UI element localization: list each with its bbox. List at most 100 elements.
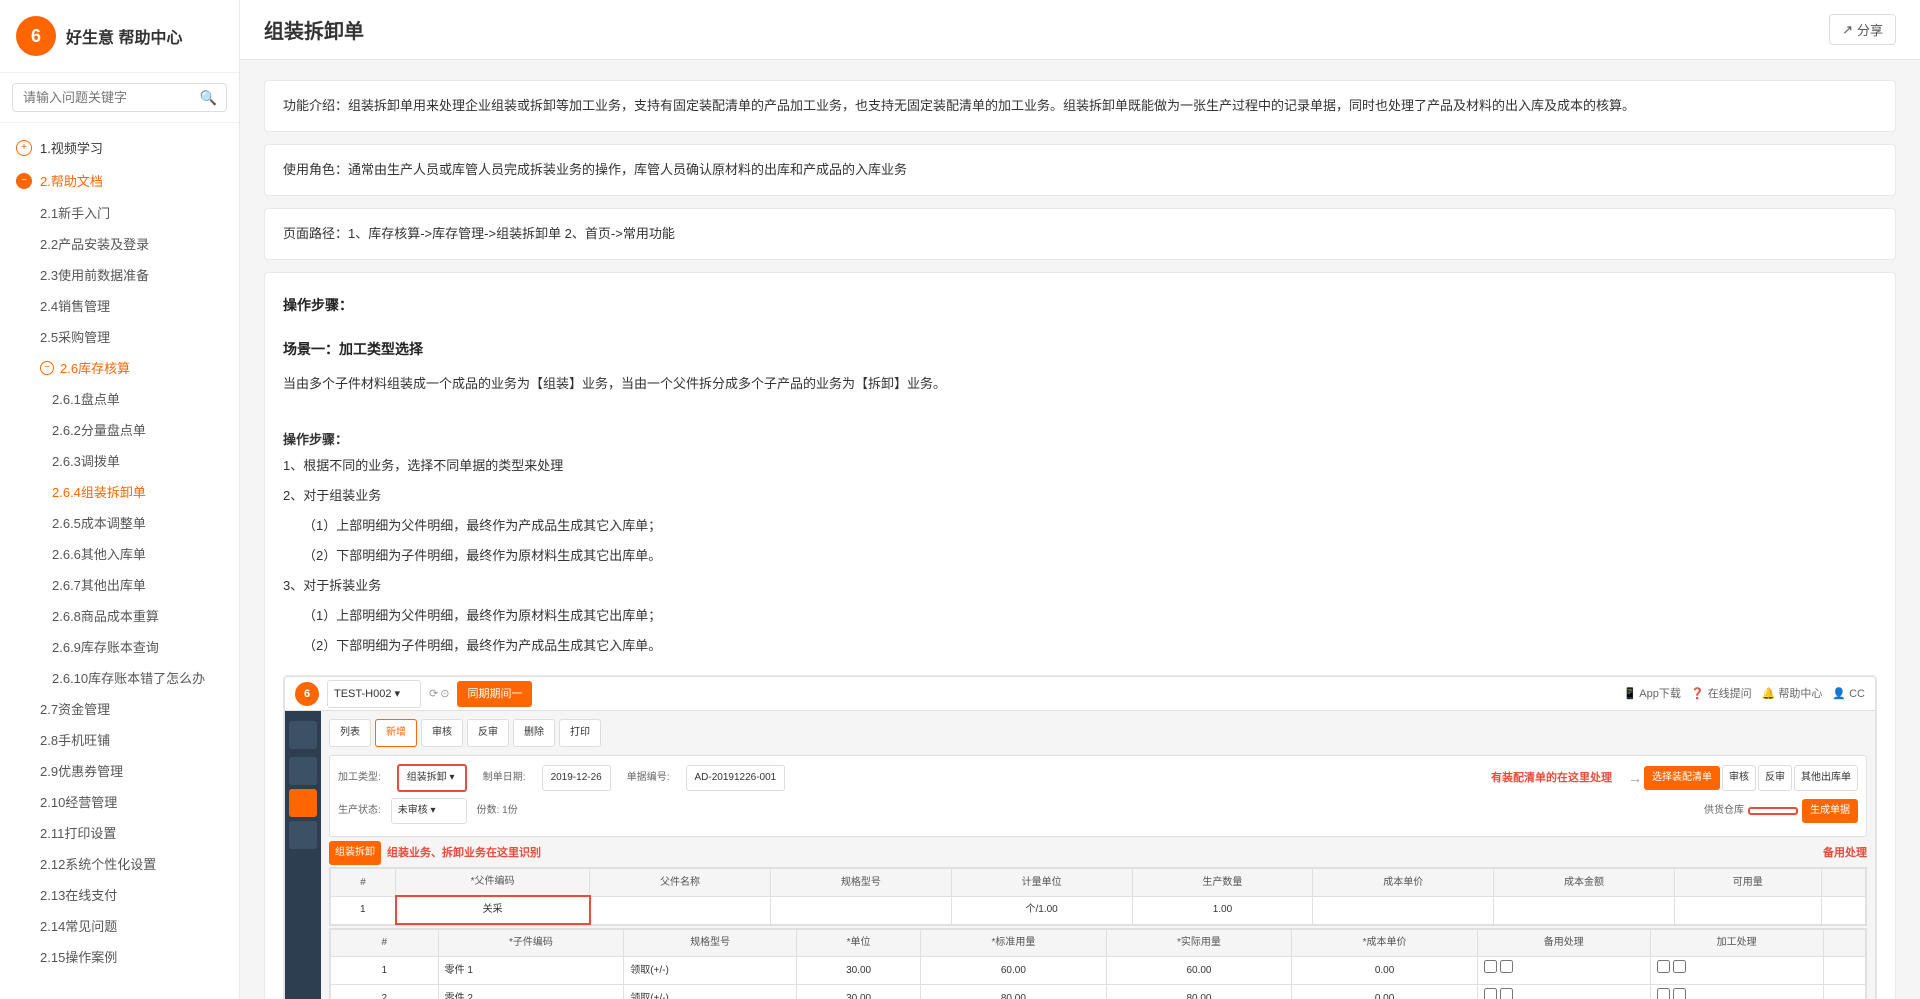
mock-cell-1-unit: 个/1.00 [951,896,1132,924]
sidebar-item-2.6.7[interactable]: 2.6.7其他出库单 [0,569,239,600]
main-header: 组装拆卸单 ↗ 分享 [240,0,1920,60]
share-label: 分享 [1857,20,1883,39]
sidebar-item-2.7[interactable]: 2.7资金管理 [0,693,239,724]
mock-sub-col-act [1823,930,1865,957]
mock-tab-delete: 删除 [513,719,555,747]
mock-icon-helpcenter: 🔔 帮助中心 [1762,683,1823,705]
mock-right-area: 供货仓库 生成单据 [1704,799,1858,823]
mock-col-qty: 计量单位 [951,869,1132,897]
mock-num2-label: 份数: 1份 [477,801,518,821]
mock-logo: 6 [295,682,319,706]
mock-bom-btn: 选择装配清单 [1644,766,1720,790]
mock-cancel-btn: 反审 [1758,765,1792,791]
mock-sub-col-code: *子件编码 [438,930,624,957]
mock-icon-cc: 👤 CC [1832,683,1865,705]
mock-cell-1-act [1821,896,1865,924]
main-content: 组装拆卸单 ↗ 分享 功能介绍：组装拆卸单用来处理企业组装或拆卸等加工业务，支持… [240,0,1920,999]
mock-row-1: 1 关采 个/1.00 1.00 [331,896,1866,924]
sidebar-item-2.6.6[interactable]: 2.6.6其他入库单 [0,538,239,569]
sidebar-item-2.6.4[interactable]: 2.6.4组装拆卸单 [0,476,239,507]
sidebar-item-2.11[interactable]: 2.11打印设置 [0,817,239,848]
mock-lower-table: # *子件编码 规格型号 *单位 *标准用量 *实际用量 *成本单价 [330,929,1866,999]
mock-col-totalcost: 成本金额 [1494,869,1675,897]
mock-sub-cell-1-num: 1 [331,957,439,985]
mock-cell-1-cost [1313,896,1494,924]
mock-sub-cell-2-spec: 领取(+/-) [624,985,797,999]
sidebar-item-2.5[interactable]: 2.5采购管理 [0,321,239,352]
mock-checkbox-1b[interactable] [1500,960,1513,973]
mock-company-select: TEST-H002 ▾ [327,680,421,708]
nav-tree: 1.视频学习 2.帮助文档 2.1新手入门 2.2产品安装及登录 2.3使用前数… [0,123,239,999]
nav-label-2.6: 2.6库存核算 [60,358,130,377]
mock-type-label: 加工类型: [338,768,381,788]
mock-form-row1: 加工类型: 组装拆卸 ▾ 制单日期: 2019-12-26 单据编号: AD-2… [338,764,1858,792]
sidebar-item-2.1[interactable]: 2.1新手入门 [0,197,239,228]
sidebar-item-2.9[interactable]: 2.9优惠券管理 [0,755,239,786]
mock-checkbox-2c[interactable] [1657,988,1670,999]
steps-title: 操作步骤： [283,427,1877,453]
sidebar-item-2.6.1[interactable]: 2.6.1盘点单 [0,383,239,414]
sidebar-item-2.6.9[interactable]: 2.6.9库存账本查询 [0,631,239,662]
sidebar-item-video[interactable]: 1.视频学习 [0,131,239,164]
mock-sidebar-icon2 [289,757,317,785]
search-input[interactable] [12,83,227,112]
mock-form-header: 加工类型: 组装拆卸 ▾ 制单日期: 2019-12-26 单据编号: AD-2… [329,755,1867,837]
sidebar-item-2.2[interactable]: 2.2产品安装及登录 [0,228,239,259]
mock-sub-cell-2-back [1477,985,1650,999]
mock-sub-cell-2-num: 2 [331,985,439,999]
sidebar-item-2.8[interactable]: 2.8手机旺铺 [0,724,239,755]
mock-checkbox-1c[interactable] [1657,960,1670,973]
mock-checkbox-2b[interactable] [1500,988,1513,999]
sidebar-item-2.3[interactable]: 2.3使用前数据准备 [0,259,239,290]
mock-sub-col-cost: 备用处理 [1477,930,1650,957]
sidebar-item-2.6.2[interactable]: 2.6.2分量盘点单 [0,414,239,445]
sidebar-item-2.14[interactable]: 2.14常见问题 [0,910,239,941]
sidebar-item-2.15[interactable]: 2.15操作案例 [0,941,239,972]
step-3-2: （2）下部明细为子件明细，最终作为产成品生成其它入库单。 [283,633,1877,659]
mock-bom-btn-area: → 选择装配清单 审核 反审 其他出库单 [1628,764,1858,792]
plus-icon [16,140,32,156]
sidebar-item-docs[interactable]: 2.帮助文档 2.1新手入门 2.2产品安装及登录 2.3使用前数据准备 2.4… [0,164,239,972]
nav-sub-2.6: 2.6.1盘点单 2.6.2分量盘点单 2.6.3调拨单 2.6.4组装拆卸单 … [0,383,239,693]
scenario1-desc: 当由多个子件材料组装成一个成品的业务为【组装】业务，当由一个父件拆分成多个子产品… [283,371,1877,397]
sidebar-item-2.4[interactable]: 2.4销售管理 [0,290,239,321]
mock-sub-cell-1-spec: 领取(+/-) [624,957,797,985]
step-1: 1、根据不同的业务，选择不同单据的类型来处理 [283,453,1877,479]
sidebar-search-container: 🔍 [0,73,239,123]
mock-generate-btn: 生成单据 [1802,799,1858,823]
mock-cell-1-name [590,896,771,924]
mock-annotation-has-bom: 有装配清单的在这里处理 [1491,767,1612,789]
mock-left-sidebar [285,711,321,999]
step-3: 3、对于拆装业务 [283,573,1877,599]
sidebar-logo: 6 好生意 帮助中心 [0,0,239,73]
feature-info-box: 功能介绍：组装拆卸单用来处理企业组装或拆卸等加工业务，支持有固定装配清单的产品加… [264,80,1896,132]
sidebar-item-2.13[interactable]: 2.13在线支付 [0,879,239,910]
mock-tab-print: 打印 [559,719,601,747]
mock-col-itemname: 父件名称 [590,869,771,897]
mock-sub-cell-1-back [1477,957,1650,985]
mock-sub-cell-1-code: 零件 1 [438,957,624,985]
share-button[interactable]: ↗ 分享 [1829,14,1896,45]
sidebar-item-2.10[interactable]: 2.10经营管理 [0,786,239,817]
step-2-2: （2）下部明细为子件明细，最终作为原材料生成其它出库单。 [283,543,1877,569]
sidebar-item-2.6.10[interactable]: 2.6.10库存账本错了怎么办 [0,662,239,693]
sidebar-item-2.6.3[interactable]: 2.6.3调拨单 [0,445,239,476]
mock-checkbox-2d[interactable] [1673,988,1686,999]
mock-annotation-row1: 组装拆卸 组装业务、拆卸业务在这里识别 备用处理 [329,841,1867,865]
sidebar-item-2.6.8[interactable]: 2.6.8商品成本重算 [0,600,239,631]
mock-tab-list: 列表 [329,719,371,747]
share-icon: ↗ [1842,22,1853,38]
mock-sidebar-icon4 [289,821,317,849]
mock-sidebar-icon1 [289,721,317,749]
content-area: 功能介绍：组装拆卸单用来处理企业组装或拆卸等加工业务，支持有固定装配清单的产品加… [240,60,1920,999]
mock-checkbox-2[interactable] [1484,988,1497,999]
nav-label-docs: 2.帮助文档 [40,171,103,190]
mock-checkbox-1[interactable] [1484,960,1497,973]
mock-sub-cell-1-op [1823,957,1865,985]
sidebar-item-2.6.5[interactable]: 2.6.5成本调整单 [0,507,239,538]
mock-upper-table: # *父件编码 父件名称 规格型号 计量单位 生产数量 成本单价 [330,868,1866,925]
sidebar-item-2.12[interactable]: 2.12系统个性化设置 [0,848,239,879]
mock-checkbox-1d[interactable] [1673,960,1686,973]
operations-title: 操作步骤： [283,291,1877,319]
sidebar-item-2.6[interactable]: − 2.6库存核算 [0,352,239,383]
